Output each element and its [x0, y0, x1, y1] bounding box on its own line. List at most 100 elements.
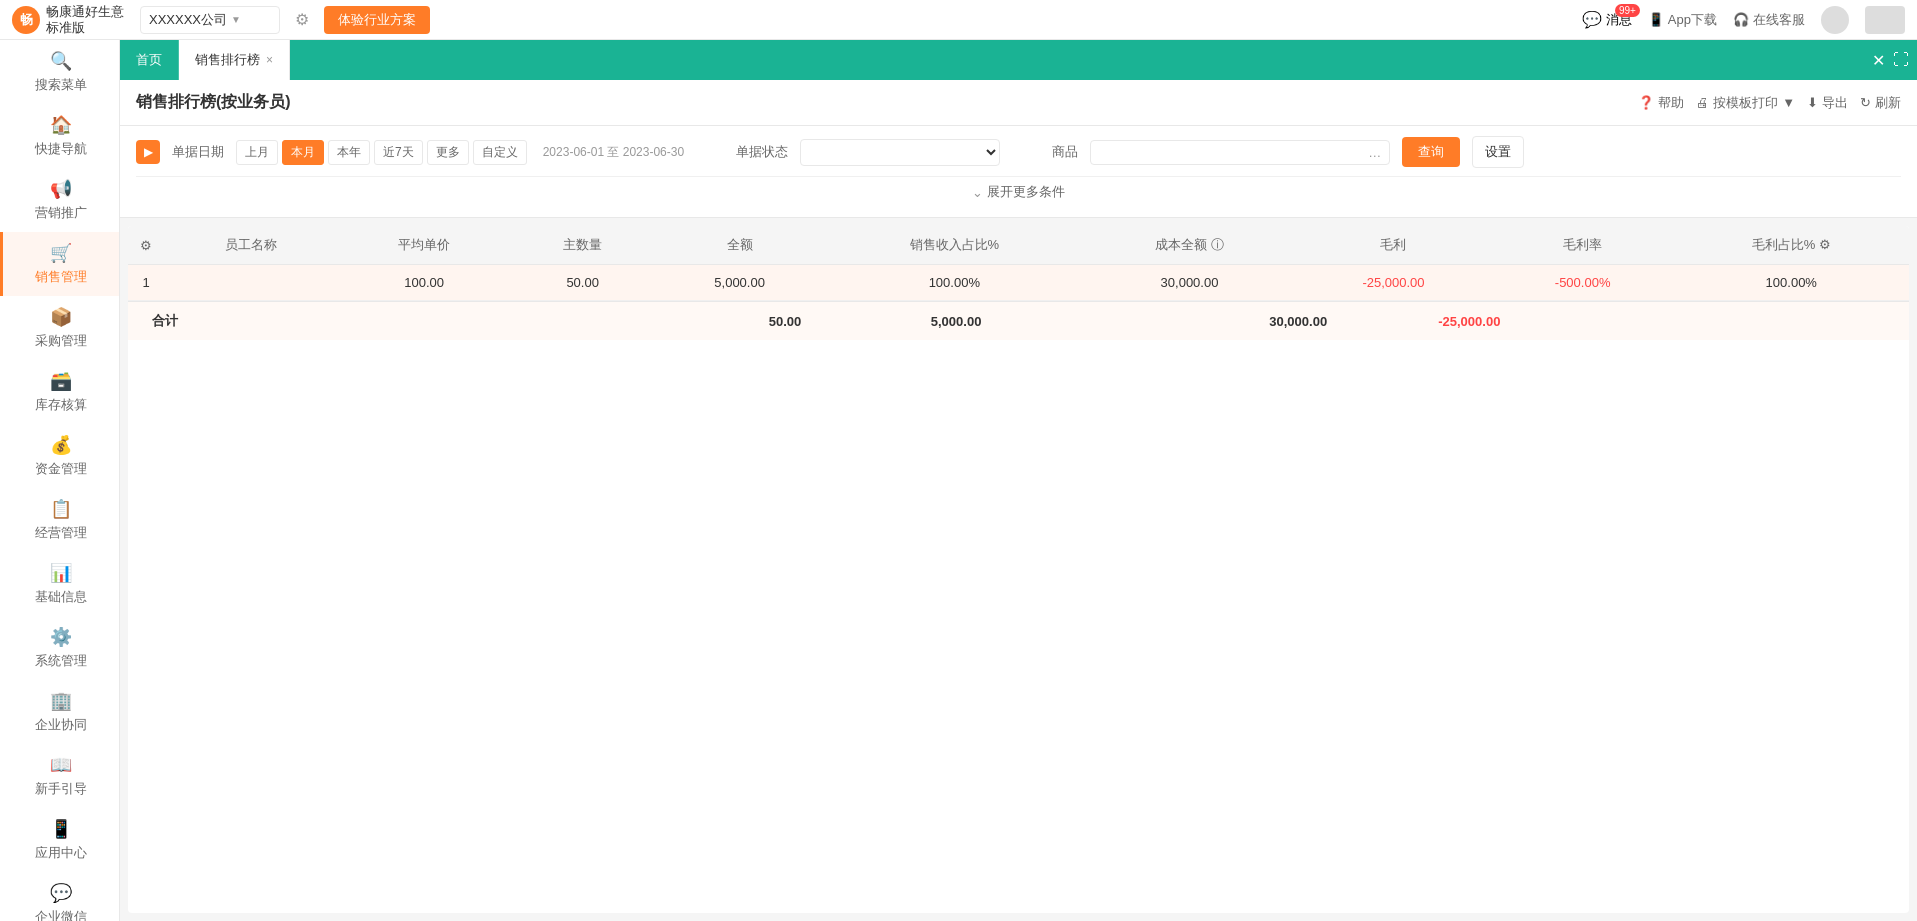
goods-input-wrap: … — [1090, 140, 1390, 165]
sidebar-item-basic-info[interactable]: 📊 基础信息 — [0, 552, 119, 616]
sidebar: 🔍 搜索菜单 🏠 快捷导航 📢 营销推广 🛒 销售管理 📦 采购管理 🗃️ 库存… — [0, 40, 120, 921]
avatar[interactable] — [1821, 6, 1849, 34]
top-bar: 畅 畅康通好生意 标准版 XXXXXX公司 ▼ ⚙ 体验行业方案 💬 消息 99… — [0, 0, 1917, 40]
export-icon: ⬇ — [1807, 95, 1818, 110]
app-download-icon: 📱 — [1648, 12, 1664, 27]
quick-nav-icon: 🏠 — [50, 114, 72, 136]
col-gross-pct: 毛利占比% ⚙ — [1674, 226, 1909, 265]
sidebar-item-quick-nav[interactable]: 🏠 快捷导航 — [0, 104, 119, 168]
sidebar-item-wechat[interactable]: 💬 企业微信 — [0, 872, 119, 921]
basic-info-icon: 📊 — [50, 562, 72, 584]
logo-icon: 畅 — [12, 6, 40, 34]
footer-cost-amount: 30,000.00 — [1213, 314, 1384, 329]
date-btn-more[interactable]: 更多 — [427, 140, 469, 165]
sidebar-item-search[interactable]: 🔍 搜索菜单 — [0, 40, 119, 104]
sidebar-item-sales[interactable]: 🛒 销售管理 — [0, 232, 119, 296]
sales-icon: 🛒 — [50, 242, 72, 264]
cell-gross-profit: -25,000.00 — [1295, 265, 1492, 301]
settings-config-button[interactable]: 设置 — [1472, 136, 1524, 168]
sidebar-item-guide[interactable]: 📖 新手引导 — [0, 744, 119, 808]
sidebar-label-enterprise: 企业协同 — [35, 716, 87, 734]
date-btn-7days[interactable]: 近7天 — [374, 140, 423, 165]
tab-close-window-icon[interactable]: ✕ — [1872, 51, 1885, 70]
column-settings-icon[interactable]: ⚙ — [140, 238, 152, 253]
wechat-icon: 💬 — [50, 882, 72, 904]
goods-input[interactable] — [1099, 145, 1364, 160]
status-select[interactable] — [800, 139, 1000, 166]
sidebar-item-enterprise[interactable]: 🏢 企业协同 — [0, 680, 119, 744]
date-btn-this-month[interactable]: 本月 — [282, 140, 324, 165]
sidebar-item-marketing[interactable]: 📢 营销推广 — [0, 168, 119, 232]
tab-expand-icon[interactable]: ⛶ — [1893, 51, 1909, 69]
message-area[interactable]: 💬 消息 99+ — [1582, 10, 1632, 29]
page-header: 销售排行榜(按业务员) ❓ 帮助 🖨 按模板打印 ▼ ⬇ 导出 — [120, 80, 1917, 126]
col-settings[interactable]: ⚙ — [128, 226, 164, 265]
cost-help-icon[interactable]: ⓘ — [1211, 237, 1224, 252]
gross-pct-help-icon[interactable]: ⚙ — [1819, 237, 1831, 252]
page-title: 销售排行榜(按业务员) — [136, 92, 291, 113]
settings-gear-icon[interactable]: ⚙ — [288, 6, 316, 34]
company-selector[interactable]: XXXXXX公司 ▼ — [140, 6, 280, 34]
tab-close-icon[interactable]: × — [266, 53, 273, 67]
system-icon: ⚙️ — [50, 626, 72, 648]
content-area: 首页 销售排行榜 × ✕ ⛶ 销售排行榜(按业务员) ❓ 帮助 — [120, 40, 1917, 921]
col-gross-profit: 毛利 — [1295, 226, 1492, 265]
message-icon: 💬 — [1582, 10, 1602, 29]
sidebar-item-inventory[interactable]: 🗃️ 库存核算 — [0, 360, 119, 424]
col-avg-price: 平均单价 — [337, 226, 510, 265]
col-employee: 员工名称 — [164, 226, 337, 265]
date-btn-last-month[interactable]: 上月 — [236, 140, 278, 165]
inventory-icon: 🗃️ — [50, 370, 72, 392]
sidebar-label-finance: 资金管理 — [35, 460, 87, 478]
main-layout: 🔍 搜索菜单 🏠 快捷导航 📢 营销推广 🛒 销售管理 📦 采购管理 🗃️ 库存… — [0, 40, 1917, 921]
filter-expand-arrow[interactable]: ▶ — [136, 140, 160, 164]
tab-bar: 首页 销售排行榜 × ✕ ⛶ — [120, 40, 1917, 80]
col-cost-amount: 成本全额 ⓘ — [1084, 226, 1295, 265]
col-amount: 全额 — [655, 226, 825, 265]
date-btn-custom[interactable]: 自定义 — [473, 140, 527, 165]
cell-gross-margin: -500.00% — [1492, 265, 1674, 301]
goods-more-icon[interactable]: … — [1368, 145, 1381, 160]
sidebar-label-purchase: 采购管理 — [35, 332, 87, 350]
help-button[interactable]: ❓ 帮助 — [1638, 94, 1684, 112]
sidebar-label-guide: 新手引导 — [35, 780, 87, 798]
headset-icon: 🎧 — [1733, 12, 1749, 27]
trial-button[interactable]: 体验行业方案 — [324, 6, 430, 34]
table-row: 1100.0050.005,000.00100.00%30,000.00-25,… — [128, 265, 1909, 301]
sidebar-label-operation: 经营管理 — [35, 524, 87, 542]
tab-sales-ranking[interactable]: 销售排行榜 × — [179, 40, 290, 80]
user-name-placeholder — [1865, 6, 1905, 34]
export-button[interactable]: ⬇ 导出 — [1807, 94, 1848, 112]
sidebar-item-app-center[interactable]: 📱 应用中心 — [0, 808, 119, 872]
print-dropdown-icon: ▼ — [1782, 95, 1795, 110]
sidebar-label-app-center: 应用中心 — [35, 844, 87, 862]
tab-bar-right: ✕ ⛶ — [1864, 40, 1917, 80]
sidebar-item-system[interactable]: ⚙️ 系统管理 — [0, 616, 119, 680]
col-gross-margin: 毛利率 — [1492, 226, 1674, 265]
sidebar-item-finance[interactable]: 💰 资金管理 — [0, 424, 119, 488]
footer-gross-profit: -25,000.00 — [1384, 314, 1555, 329]
page-actions: ❓ 帮助 🖨 按模板打印 ▼ ⬇ 导出 ↻ 刷新 — [1638, 94, 1901, 112]
cell-gross-pct: 100.00% — [1674, 265, 1909, 301]
logo-area: 畅 畅康通好生意 标准版 — [12, 4, 132, 35]
col-sales-pct: 销售收入占比% — [825, 226, 1084, 265]
cell-amount: 5,000.00 — [655, 265, 825, 301]
template-print-button[interactable]: 🖨 按模板打印 ▼ — [1696, 94, 1795, 112]
date-btn-this-year[interactable]: 本年 — [328, 140, 370, 165]
filter-row-main: ▶ 单据日期 上月 本月 本年 近7天 更多 自定义 2023-06-01 至 … — [136, 136, 1901, 168]
refresh-button[interactable]: ↻ 刷新 — [1860, 94, 1901, 112]
online-service-link[interactable]: 🎧 在线客服 — [1733, 11, 1805, 29]
query-button[interactable]: 查询 — [1402, 137, 1460, 167]
expand-more-filters[interactable]: ⌄ 展开更多条件 — [136, 176, 1901, 207]
table-footer: 合计 50.00 5,000.00 30,000.00 -25,000.00 — [128, 301, 1909, 340]
footer-amount: 5,000.00 — [871, 314, 1042, 329]
sidebar-item-purchase[interactable]: 📦 采购管理 — [0, 296, 119, 360]
goods-label: 商品 — [1052, 143, 1078, 161]
tab-home[interactable]: 首页 — [120, 40, 179, 80]
page-content: 销售排行榜(按业务员) ❓ 帮助 🖨 按模板打印 ▼ ⬇ 导出 — [120, 80, 1917, 921]
sidebar-item-operation[interactable]: 📋 经营管理 — [0, 488, 119, 552]
app-download-link[interactable]: 📱 App下载 — [1648, 11, 1717, 29]
table-wrap: ⚙ 员工名称 平均单价 主数量 全额 销售收入占比% 成本全额 ⓘ 毛利 — [128, 226, 1909, 913]
cell-avg-price: 100.00 — [337, 265, 510, 301]
marketing-icon: 📢 — [50, 178, 72, 200]
